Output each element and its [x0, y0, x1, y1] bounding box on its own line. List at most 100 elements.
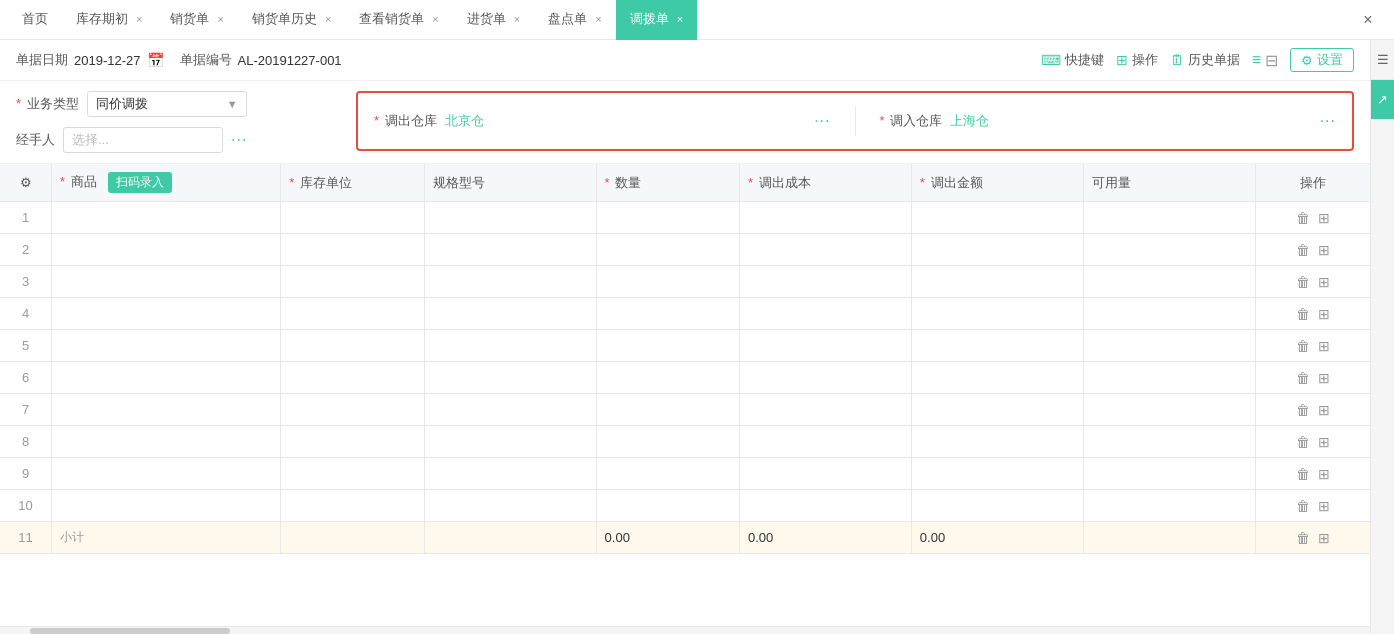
available-cell[interactable]: [1083, 298, 1255, 330]
cost-cell[interactable]: [739, 426, 911, 458]
copy-icon[interactable]: ⊞: [1318, 306, 1330, 322]
spec-cell[interactable]: [424, 362, 596, 394]
quantity-cell[interactable]: [596, 362, 739, 394]
scrollbar-thumb[interactable]: [30, 628, 230, 634]
tab-purchase-order[interactable]: 进货单 ×: [453, 0, 534, 40]
tab-sales-history[interactable]: 销货单历史 ×: [238, 0, 345, 40]
spec-cell[interactable]: [424, 426, 596, 458]
copy-icon[interactable]: ⊞: [1318, 434, 1330, 450]
product-cell[interactable]: [52, 362, 281, 394]
available-cell[interactable]: [1083, 234, 1255, 266]
product-cell[interactable]: [52, 202, 281, 234]
copy-icon[interactable]: ⊞: [1318, 274, 1330, 290]
spec-cell[interactable]: [424, 298, 596, 330]
amount-cell[interactable]: [911, 394, 1083, 426]
warehouse-in-more-button[interactable]: ···: [1320, 112, 1336, 130]
grid-view-icon[interactable]: ⊟: [1265, 51, 1278, 70]
delete-icon[interactable]: 🗑: [1296, 466, 1310, 482]
unit-cell[interactable]: [281, 362, 424, 394]
delete-icon[interactable]: 🗑: [1296, 274, 1310, 290]
amount-cell[interactable]: [911, 202, 1083, 234]
sidebar-export-icon[interactable]: ↗: [1371, 80, 1395, 120]
spec-cell[interactable]: [424, 330, 596, 362]
list-view-icon[interactable]: ≡: [1252, 51, 1261, 69]
amount-cell[interactable]: [911, 458, 1083, 490]
spec-cell[interactable]: [424, 490, 596, 522]
tab-inventory-check-close[interactable]: ×: [595, 13, 601, 25]
cost-cell[interactable]: [739, 458, 911, 490]
tab-transfer[interactable]: 调拨单 ×: [616, 0, 697, 40]
unit-cell[interactable]: [281, 426, 424, 458]
unit-cell[interactable]: [281, 298, 424, 330]
tab-purchase-order-close[interactable]: ×: [514, 13, 520, 25]
product-cell[interactable]: [52, 330, 281, 362]
spec-cell[interactable]: [424, 202, 596, 234]
product-cell[interactable]: [52, 266, 281, 298]
manager-more-button[interactable]: ···: [231, 131, 247, 149]
quantity-cell[interactable]: [596, 490, 739, 522]
product-cell[interactable]: [52, 458, 281, 490]
cost-cell[interactable]: [739, 490, 911, 522]
product-cell[interactable]: [52, 234, 281, 266]
unit-cell[interactable]: [281, 266, 424, 298]
quantity-cell[interactable]: [596, 458, 739, 490]
scan-button[interactable]: 扫码录入: [108, 172, 172, 193]
th-gear[interactable]: ⚙: [0, 164, 52, 202]
unit-cell[interactable]: [281, 458, 424, 490]
spec-cell[interactable]: [424, 234, 596, 266]
quantity-cell[interactable]: [596, 426, 739, 458]
amount-cell[interactable]: [911, 266, 1083, 298]
spec-cell[interactable]: [424, 458, 596, 490]
copy-icon[interactable]: ⊞: [1318, 466, 1330, 482]
quantity-cell[interactable]: [596, 298, 739, 330]
tab-transfer-close[interactable]: ×: [677, 13, 683, 25]
delete-icon[interactable]: 🗑: [1296, 402, 1310, 418]
quantity-cell[interactable]: [596, 394, 739, 426]
copy-icon[interactable]: ⊞: [1318, 242, 1330, 258]
copy-icon[interactable]: ⊞: [1318, 530, 1330, 546]
unit-cell[interactable]: [281, 234, 424, 266]
sidebar-list-icon[interactable]: ☰: [1371, 40, 1395, 80]
copy-icon[interactable]: ⊞: [1318, 498, 1330, 514]
available-cell[interactable]: [1083, 426, 1255, 458]
history-button[interactable]: 🗓 历史单据: [1170, 51, 1240, 69]
amount-cell[interactable]: [911, 490, 1083, 522]
delete-icon[interactable]: 🗑: [1296, 370, 1310, 386]
available-cell[interactable]: [1083, 266, 1255, 298]
available-cell[interactable]: [1083, 394, 1255, 426]
unit-cell[interactable]: [281, 394, 424, 426]
settings-button[interactable]: ⚙ 设置: [1290, 48, 1354, 72]
delete-icon[interactable]: 🗑: [1296, 434, 1310, 450]
amount-cell[interactable]: [911, 298, 1083, 330]
copy-icon[interactable]: ⊞: [1318, 338, 1330, 354]
product-cell[interactable]: [52, 490, 281, 522]
cost-cell[interactable]: [739, 394, 911, 426]
tab-sales-order[interactable]: 销货单 ×: [156, 0, 237, 40]
manager-select[interactable]: 选择...: [63, 127, 223, 153]
unit-cell[interactable]: [281, 490, 424, 522]
business-type-select[interactable]: 同价调拨 ▼: [87, 91, 247, 117]
delete-icon[interactable]: 🗑: [1296, 530, 1310, 546]
cost-cell[interactable]: [739, 298, 911, 330]
copy-icon[interactable]: ⊞: [1318, 402, 1330, 418]
tab-view-sales[interactable]: 查看销货单 ×: [345, 0, 452, 40]
quantity-cell[interactable]: [596, 330, 739, 362]
operations-button[interactable]: ⊞ 操作: [1116, 51, 1158, 69]
amount-cell[interactable]: [911, 362, 1083, 394]
amount-cell[interactable]: [911, 426, 1083, 458]
available-cell[interactable]: [1083, 330, 1255, 362]
delete-icon[interactable]: 🗑: [1296, 338, 1310, 354]
tab-view-sales-close[interactable]: ×: [432, 13, 438, 25]
available-cell[interactable]: [1083, 202, 1255, 234]
unit-cell[interactable]: [281, 330, 424, 362]
cost-cell[interactable]: [739, 362, 911, 394]
product-cell[interactable]: [52, 298, 281, 330]
product-cell[interactable]: [52, 394, 281, 426]
tab-home[interactable]: 首页: [8, 0, 62, 40]
copy-icon[interactable]: ⊞: [1318, 370, 1330, 386]
cost-cell[interactable]: [739, 202, 911, 234]
available-cell[interactable]: [1083, 362, 1255, 394]
amount-cell[interactable]: [911, 330, 1083, 362]
spec-cell[interactable]: [424, 266, 596, 298]
available-cell[interactable]: [1083, 458, 1255, 490]
